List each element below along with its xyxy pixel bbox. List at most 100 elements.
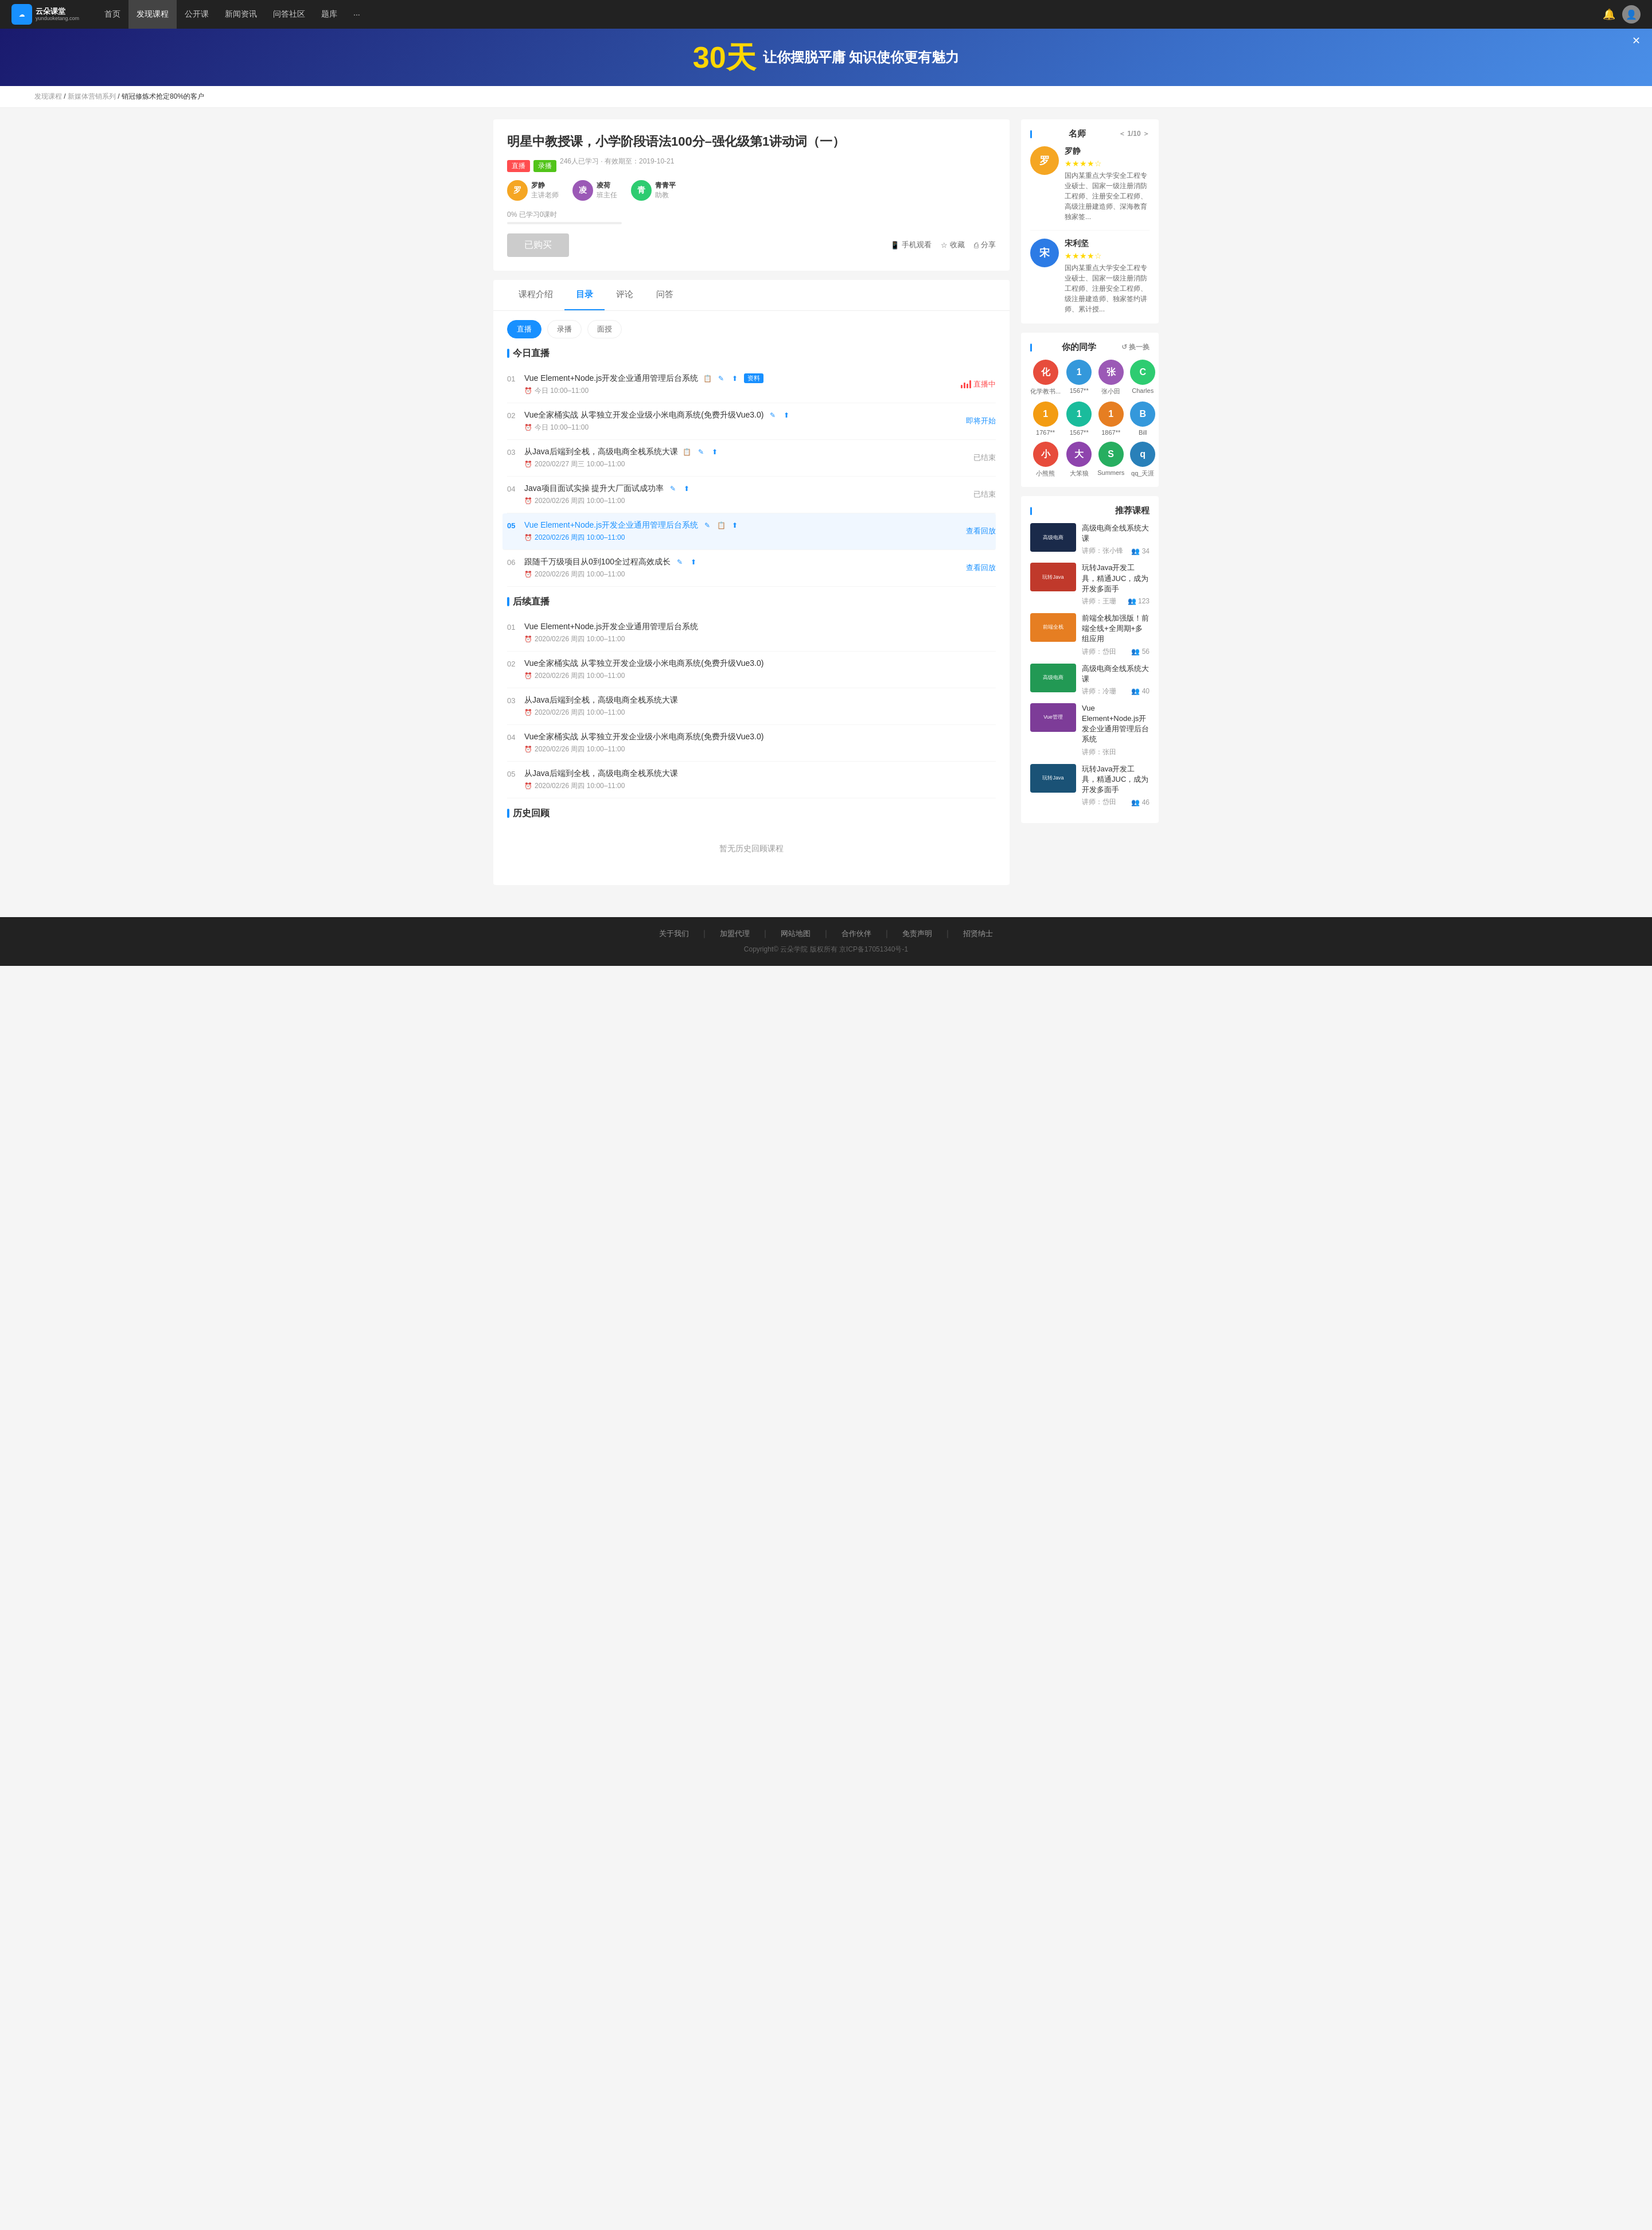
classmate-avatar: 1 xyxy=(1066,360,1092,385)
mobile-watch-button[interactable]: 📱 手机观看 xyxy=(890,240,932,250)
sub-tab-offline[interactable]: 面授 xyxy=(587,320,622,338)
classmate-name: 大笨狼 xyxy=(1066,469,1092,478)
buy-button[interactable]: 已购买 xyxy=(507,233,569,257)
rec-course-info: 玩转Java开发工具，精通JUC，成为开发多面手 讲师：岱田 👥 46 xyxy=(1082,764,1150,808)
tab-catalog[interactable]: 目录 xyxy=(564,280,605,310)
banner-close-button[interactable]: ✕ xyxy=(1632,34,1641,47)
teacher-3-info: 青青平 助教 xyxy=(655,181,676,200)
copy-icon[interactable]: 📋 xyxy=(683,447,692,457)
teacher-card-1-stars: ★★★★☆ xyxy=(1065,159,1150,168)
lesson-status-replay[interactable]: 查看回放 xyxy=(960,563,996,573)
rec-course-meta: 讲师：岱田 👥 46 xyxy=(1082,797,1150,807)
edit-icon[interactable]: ✎ xyxy=(675,558,684,567)
lesson-time-highlighted: ⏰ 2020/02/26 周四 10:00–11:00 xyxy=(524,533,960,543)
lesson-status-live[interactable]: 直播中 xyxy=(955,379,996,389)
lesson-name: Vue Element+Node.js开发企业通用管理后台系统 📋 ✎ ⬆ 资料 xyxy=(524,373,955,384)
footer-link-agent[interactable]: 加盟代理 xyxy=(720,929,750,939)
logo[interactable]: ☁ 云朵课堂 yunduoketang.com xyxy=(11,4,79,25)
user-avatar[interactable]: 👤 xyxy=(1622,5,1641,24)
tab-qa[interactable]: 问答 xyxy=(645,280,685,310)
edit-icon[interactable]: ✎ xyxy=(768,411,777,420)
breadcrumb-discover[interactable]: 发现课程 xyxy=(34,92,62,100)
classmate-name: 1867** xyxy=(1097,429,1124,436)
edit-icon[interactable]: ✎ xyxy=(716,374,726,383)
upload-icon[interactable]: ⬆ xyxy=(689,558,698,567)
sub-tab-live[interactable]: 直播 xyxy=(507,320,541,338)
rec-course-meta: 讲师：张小锋 👥 34 xyxy=(1082,546,1150,556)
teacher-card-2-desc: 国内某重点大学安全工程专业硕士、国家一级注册消防工程师、注册安全工程师、级注册建… xyxy=(1065,263,1150,314)
teacher-1-name: 罗静 xyxy=(531,181,559,190)
tab-review[interactable]: 评论 xyxy=(605,280,645,310)
classmate-avatar: S xyxy=(1098,442,1124,467)
nav-item-news[interactable]: 新闻资讯 xyxy=(217,0,265,29)
teachers-list: 罗 罗静 主讲老师 凌 凌荷 班主任 青 青青平 xyxy=(507,180,996,201)
teachers-pagination[interactable]: ＜ 1/10 ＞ xyxy=(1119,129,1150,139)
action-buttons: 📱 手机观看 ☆ 收藏 ⎙ 分享 xyxy=(890,240,996,250)
tag-recorded: 录播 xyxy=(533,160,556,172)
edit-icon[interactable]: ✎ xyxy=(668,484,677,493)
lesson-item: 02 Vue全家桶实战 从零独立开发企业级小米电商系统(免费升级Vue3.0) … xyxy=(507,403,996,440)
lesson-info: 从Java后端到全栈，高级电商全栈系统大课 ⏰ 2020/02/26 周四 10… xyxy=(524,769,996,791)
sub-tab-recorded[interactable]: 录播 xyxy=(547,320,582,338)
footer-link-about[interactable]: 关于我们 xyxy=(659,929,689,939)
footer-link-sitemap[interactable]: 网站地图 xyxy=(781,929,811,939)
lesson-link[interactable]: Vue Element+Node.js开发企业通用管理后台系统 xyxy=(524,520,698,531)
tab-intro[interactable]: 课程介绍 xyxy=(507,280,564,310)
breadcrumb-series[interactable]: 新媒体营销系列 xyxy=(68,92,116,100)
main-container: 明星中教授课，小学阶段语法100分–强化级第1讲动词（一） 直播 录播 246人… xyxy=(482,108,1170,906)
breadcrumb-current: 销冠修炼术抢定80%的客户 xyxy=(122,92,204,100)
nav-item-qa[interactable]: 问答社区 xyxy=(265,0,313,29)
upload-icon[interactable]: ⬆ xyxy=(730,521,739,530)
classmate-item: 化 化学教书... xyxy=(1030,360,1061,396)
rec-course-item[interactable]: 玩转Java 玩转Java开发工具，精通JUC，成为开发多面手 讲师：岱田 👥 … xyxy=(1030,764,1150,808)
rec-course-item[interactable]: 高级电商 高级电商全线系统大课 讲师：冷珊 👥 40 xyxy=(1030,664,1150,696)
rec-course-thumb: Vue管理 xyxy=(1030,703,1076,732)
rec-course-item[interactable]: 前端全栈 前端全栈加强版！前端全线+全周期+多组应用 讲师：岱田 👥 56 xyxy=(1030,613,1150,657)
tag-live: 直播 xyxy=(507,160,530,172)
classmate-item: C Charles xyxy=(1130,360,1155,396)
classmates-card-title: 你的同学 ↺ 换一换 xyxy=(1030,342,1150,353)
nav-item-discover[interactable]: 发现课程 xyxy=(128,0,177,29)
lesson-status-replay[interactable]: 查看回放 xyxy=(960,526,996,536)
copy-icon[interactable]: 📋 xyxy=(703,374,712,383)
nav-item-open[interactable]: 公开课 xyxy=(177,0,217,29)
share-button[interactable]: ⎙ 分享 xyxy=(974,240,996,250)
footer-link-recruit[interactable]: 招贤纳士 xyxy=(963,929,993,939)
lesson-info: Vue全家桶实战 从零独立开发企业级小米电商系统(免费升级Vue3.0) ⏰ 2… xyxy=(524,732,996,754)
rec-course-item[interactable]: 玩转Java 玩转Java开发工具，精通JUC，成为开发多面手 讲师：王珊 👥 … xyxy=(1030,563,1150,606)
refresh-classmates-button[interactable]: ↺ 换一换 xyxy=(1121,342,1150,352)
classmate-avatar: 1 xyxy=(1066,401,1092,427)
edit-icon[interactable]: ✎ xyxy=(696,447,706,457)
rec-course-item[interactable]: Vue管理 Vue Element+Node.js开发企业通用管理后台系统 讲师… xyxy=(1030,703,1150,757)
edit-icon[interactable]: ✎ xyxy=(703,521,712,530)
upload-icon[interactable]: ⬆ xyxy=(682,484,691,493)
upload-icon[interactable]: ⬆ xyxy=(730,374,739,383)
teacher-1-info: 罗静 主讲老师 xyxy=(531,181,559,200)
nav-item-more[interactable]: ··· xyxy=(345,0,368,29)
notification-bell[interactable]: 🔔 xyxy=(1603,8,1615,21)
lesson-num-highlighted: 05 xyxy=(507,520,524,530)
lesson-time: ⏰ 今日 10:00–11:00 xyxy=(524,423,960,432)
copy-icon[interactable]: 📋 xyxy=(716,521,726,530)
rec-course-thumb: 玩转Java xyxy=(1030,764,1076,793)
classmate-item: 1 1567** xyxy=(1066,401,1092,436)
nav-item-home[interactable]: 首页 xyxy=(96,0,128,29)
upload-icon[interactable]: ⬆ xyxy=(782,411,791,420)
lesson-name: Vue Element+Node.js开发企业通用管理后台系统 xyxy=(524,622,996,632)
collect-button[interactable]: ☆ 收藏 xyxy=(941,240,965,250)
lesson-num: 04 xyxy=(507,484,524,493)
classmate-item: 张 张小田 xyxy=(1097,360,1124,396)
classmate-item: 小 小熊熊 xyxy=(1030,442,1061,478)
rec-course-info: 高级电商全线系统大课 讲师：冷珊 👥 40 xyxy=(1082,664,1150,696)
upload-icon[interactable]: ⬆ xyxy=(710,447,719,457)
lesson-info: Vue全家桶实战 从零独立开发企业级小米电商系统(免费升级Vue3.0) ⏰ 2… xyxy=(524,658,996,681)
rec-course-thumb: 前端全栈 xyxy=(1030,613,1076,642)
nav-item-questions[interactable]: 题库 xyxy=(313,0,345,29)
footer-link-disclaimer[interactable]: 免责声明 xyxy=(902,929,932,939)
lesson-time: ⏰ 2020/02/27 周三 10:00–11:00 xyxy=(524,459,968,469)
rec-course-item[interactable]: 高级电商 高级电商全线系统大课 讲师：张小锋 👥 34 xyxy=(1030,523,1150,556)
lesson-name-highlighted: Vue Element+Node.js开发企业通用管理后台系统 ✎ 📋 ⬆ xyxy=(524,520,960,531)
classmate-avatar: 1 xyxy=(1033,401,1058,427)
footer-link-partner[interactable]: 合作伙伴 xyxy=(841,929,871,939)
lesson-name: 从Java后端到全栈，高级电商全栈系统大课 xyxy=(524,769,996,779)
